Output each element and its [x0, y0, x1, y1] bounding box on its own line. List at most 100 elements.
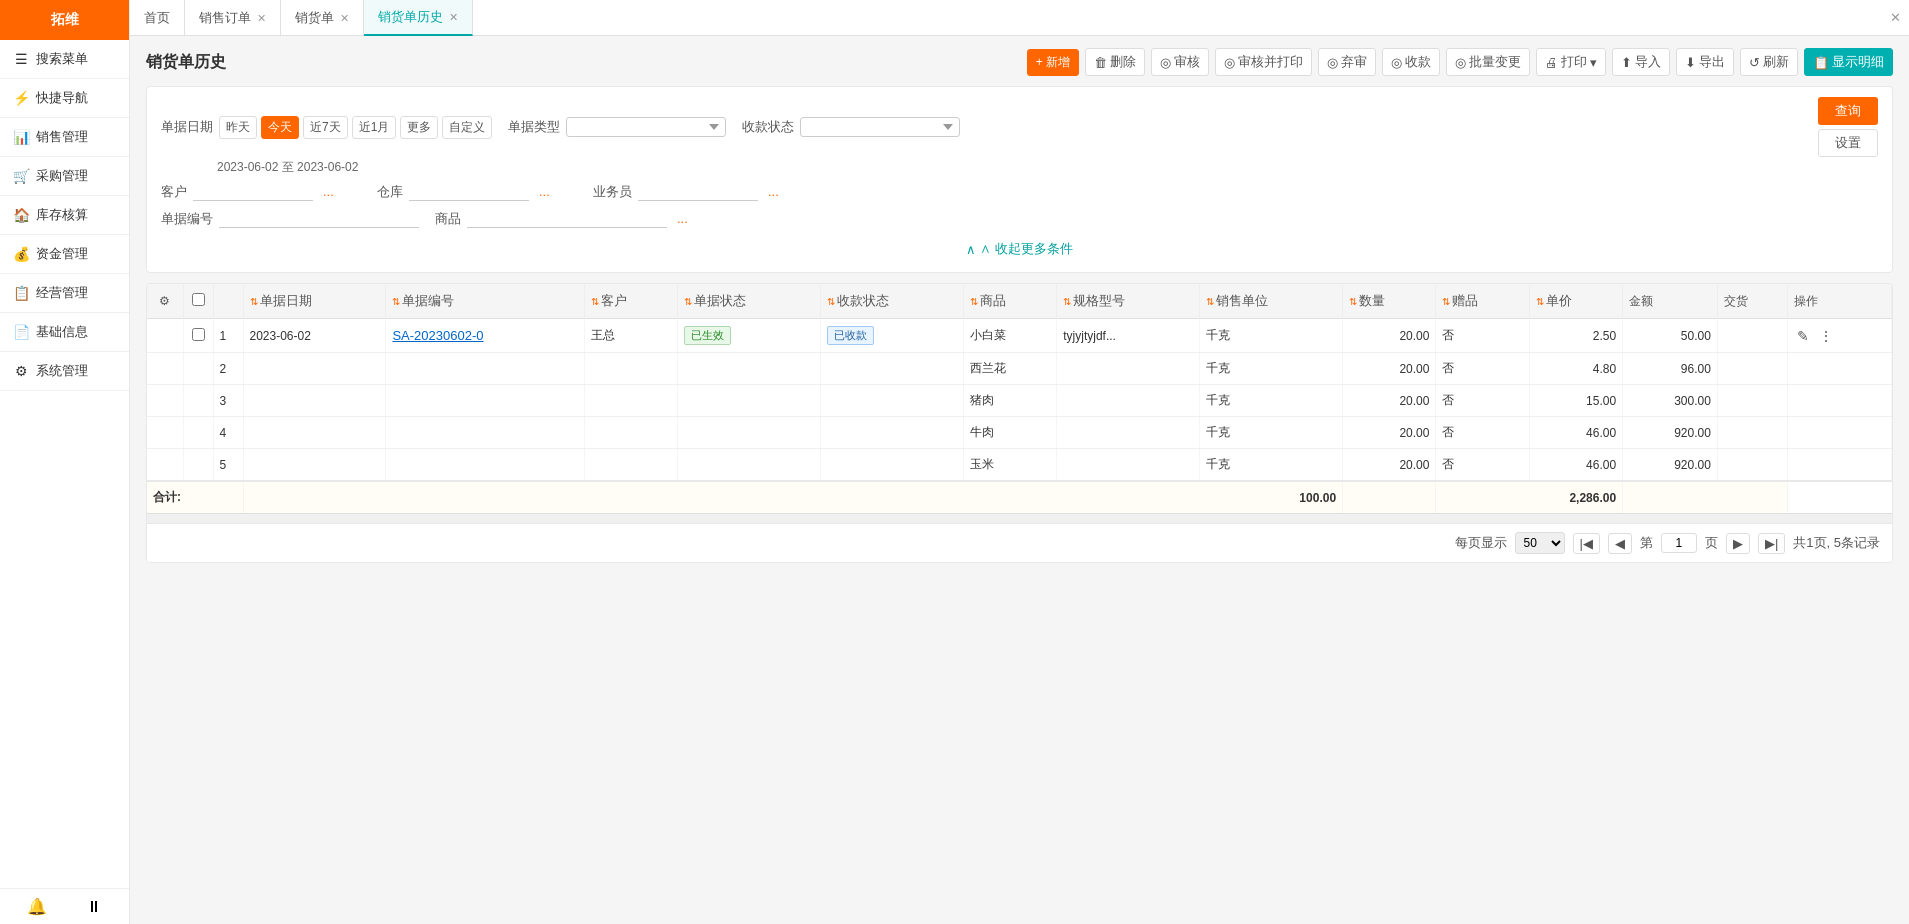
notification-icon[interactable]: 🔔: [27, 897, 47, 916]
chart-icon: 📊: [12, 129, 30, 145]
doc-type-select[interactable]: [566, 117, 726, 137]
audit-icon: ◎: [1160, 55, 1171, 70]
import-button[interactable]: ⬆ 导入: [1612, 48, 1670, 76]
tab-delivery-history-close[interactable]: ✕: [449, 0, 458, 35]
next-page-btn[interactable]: ▶: [1726, 533, 1750, 554]
horizontal-scrollbar[interactable]: [147, 513, 1892, 523]
table-checkbox-header[interactable]: [183, 284, 213, 319]
audit-print-button[interactable]: ◎ 审核并打印: [1215, 48, 1312, 76]
doc-no-input[interactable]: [219, 209, 419, 228]
table-spec-header[interactable]: ⇅规格型号: [1057, 284, 1200, 319]
tab-close-all[interactable]: ✕: [1890, 10, 1909, 25]
doc-type-label: 单据类型: [508, 118, 560, 136]
edit-action-btn[interactable]: ✎: [1794, 328, 1812, 344]
date-more-btn[interactable]: 更多: [400, 116, 438, 139]
set-button[interactable]: 设置: [1818, 129, 1878, 157]
export-button[interactable]: ⬇ 导出: [1676, 48, 1734, 76]
table-action-header: 操作: [1788, 284, 1892, 319]
table-transaction-header: 交货: [1717, 284, 1788, 319]
date-1month-btn[interactable]: 近1月: [352, 116, 397, 139]
sidebar-item-system-mgmt[interactable]: ⚙ 系统管理: [0, 352, 129, 391]
show-detail-button[interactable]: 📋 显示明细: [1804, 48, 1893, 76]
cell-transaction: [1717, 385, 1788, 417]
collapse-icon: ∧: [966, 242, 976, 257]
page-number-input[interactable]: [1661, 533, 1697, 553]
sidebar-item-sales-mgmt[interactable]: 📊 销售管理: [0, 118, 129, 157]
doc-icon: 📄: [12, 324, 30, 340]
salesperson-input[interactable]: [638, 182, 758, 201]
tab-sales-order[interactable]: 销售订单 ✕: [185, 0, 281, 36]
date-yesterday-btn[interactable]: 昨天: [219, 116, 257, 139]
tab-sales-order-close[interactable]: ✕: [257, 0, 266, 36]
lightning-icon: ⚡: [12, 90, 30, 106]
sidebar-item-finance[interactable]: 💰 资金管理: [0, 235, 129, 274]
table-docno-header[interactable]: ⇅单据编号: [386, 284, 584, 319]
table-customer-header[interactable]: ⇅客户: [584, 284, 677, 319]
audit-button[interactable]: ◎ 审核: [1151, 48, 1209, 76]
table-amount-header: 金额: [1623, 284, 1718, 319]
sidebar-item-inventory[interactable]: 🏠 库存核算: [0, 196, 129, 235]
table-unit-header[interactable]: ⇅销售单位: [1200, 284, 1343, 319]
pause-icon[interactable]: ⏸: [86, 898, 102, 916]
warehouse-label: 仓库: [377, 183, 403, 201]
cell-qty: 20.00: [1343, 385, 1436, 417]
batch-change-button[interactable]: ◎ 批量变更: [1446, 48, 1530, 76]
print-button[interactable]: 🖨 打印 ▾: [1536, 48, 1606, 76]
cell-checkbox[interactable]: [183, 449, 213, 482]
tab-delivery-close[interactable]: ✕: [340, 0, 349, 36]
table-gear-header[interactable]: ⚙: [147, 284, 183, 319]
customer-input[interactable]: [193, 182, 313, 201]
delete-button[interactable]: 🗑 删除: [1085, 48, 1145, 76]
cell-checkbox[interactable]: [183, 353, 213, 385]
table-qty-header[interactable]: ⇅数量: [1343, 284, 1436, 319]
doc-no-link[interactable]: SA-20230602-0: [392, 328, 483, 343]
cell-amount: 50.00: [1623, 319, 1718, 353]
sidebar: 拓维 ☰ 搜索菜单 ⚡ 快捷导航 📊 销售管理 🛒 采购管理 🏠 库存核算 💰 …: [0, 0, 130, 924]
row-checkbox[interactable]: [192, 328, 205, 341]
filter-payment-status: 收款状态: [742, 117, 960, 137]
date-today-btn[interactable]: 今天: [261, 116, 299, 139]
more-action-btn[interactable]: ⋮: [1816, 328, 1836, 344]
customer-ellipsis-btn[interactable]: ...: [319, 184, 338, 199]
product-ellipsis-btn[interactable]: ...: [673, 211, 692, 226]
first-page-btn[interactable]: |◀: [1573, 533, 1600, 554]
table-product-header[interactable]: ⇅商品: [963, 284, 1056, 319]
sidebar-item-search-menu[interactable]: ☰ 搜索菜单: [0, 40, 129, 79]
last-page-btn[interactable]: ▶|: [1758, 533, 1785, 554]
cell-checkbox[interactable]: [183, 319, 213, 353]
search-icon: ☰: [12, 51, 30, 67]
sidebar-item-label: 销售管理: [36, 128, 88, 146]
tab-delivery[interactable]: 销货单 ✕: [281, 0, 364, 36]
salesperson-ellipsis-btn[interactable]: ...: [764, 184, 783, 199]
warehouse-input[interactable]: [409, 182, 529, 201]
table-unitprice-header[interactable]: ⇅单价: [1529, 284, 1622, 319]
product-input[interactable]: [467, 209, 667, 228]
sidebar-item-purchase-mgmt[interactable]: 🛒 采购管理: [0, 157, 129, 196]
add-button[interactable]: + 新增: [1027, 49, 1079, 76]
table-row: 3 猪肉 千克 20.00 否 15.00 300.00: [147, 385, 1892, 417]
table-docstatus-header[interactable]: ⇅单据状态: [678, 284, 821, 319]
tab-home[interactable]: 首页: [130, 0, 185, 36]
cell-checkbox[interactable]: [183, 417, 213, 449]
query-button[interactable]: 查询: [1818, 97, 1878, 125]
table-date-header[interactable]: ⇅单据日期: [243, 284, 386, 319]
warehouse-ellipsis-btn[interactable]: ...: [535, 184, 554, 199]
prev-page-btn[interactable]: ◀: [1608, 533, 1632, 554]
collapse-conditions-btn[interactable]: ∧ ∧ 收起更多条件: [161, 236, 1878, 262]
per-page-select[interactable]: 50 100: [1515, 532, 1565, 554]
date-custom-btn[interactable]: 自定义: [442, 116, 492, 139]
tab-delivery-history[interactable]: 销货单历史 ✕: [364, 0, 473, 36]
sidebar-item-operations[interactable]: 📋 经营管理: [0, 274, 129, 313]
cell-checkbox[interactable]: [183, 385, 213, 417]
refresh-button[interactable]: ↺ 刷新: [1740, 48, 1798, 76]
date-7days-btn[interactable]: 近7天: [303, 116, 348, 139]
sidebar-item-basic-info[interactable]: 📄 基础信息: [0, 313, 129, 352]
table-paystatus-header[interactable]: ⇅收款状态: [820, 284, 963, 319]
select-all-checkbox[interactable]: [192, 293, 205, 306]
table-gift-header[interactable]: ⇅赠品: [1436, 284, 1529, 319]
sidebar-item-quick-nav[interactable]: ⚡ 快捷导航: [0, 79, 129, 118]
collect-button[interactable]: ◎ 收款: [1382, 48, 1440, 76]
payment-status-select[interactable]: [800, 117, 960, 137]
abandon-button[interactable]: ◎ 弃审: [1318, 48, 1376, 76]
filter-customer: 客户 ...: [161, 182, 361, 201]
